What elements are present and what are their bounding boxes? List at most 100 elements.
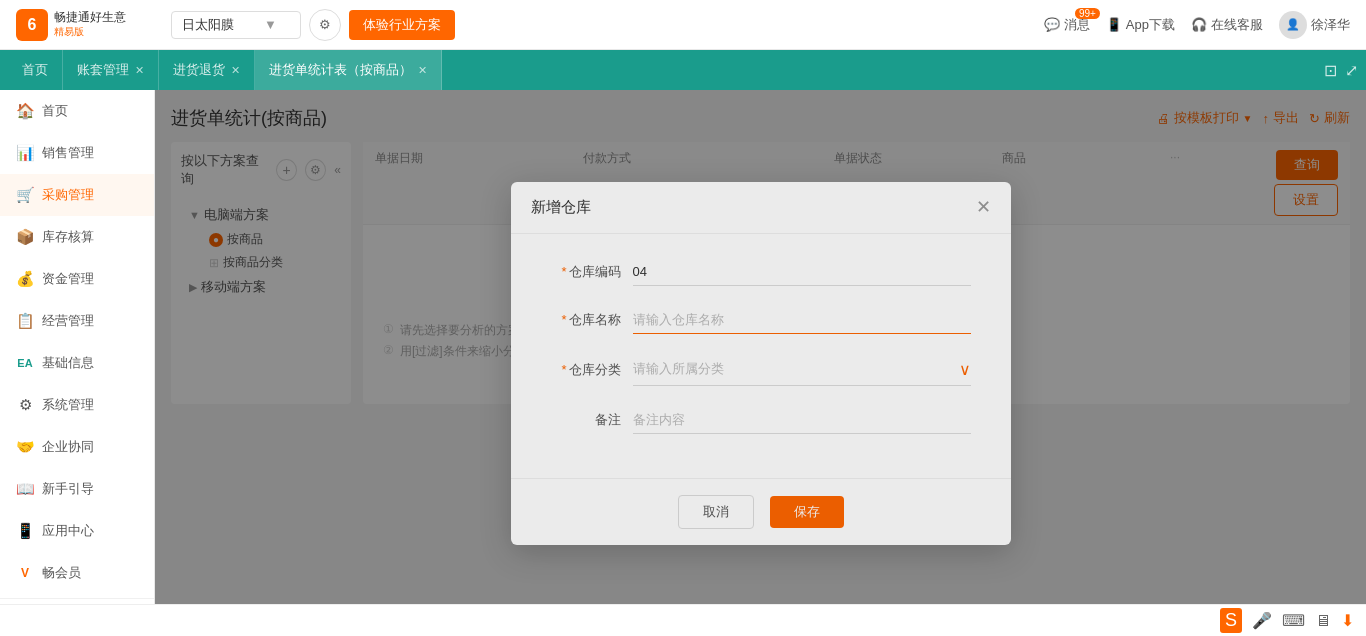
- messages-icon-item[interactable]: 💬 消息 99+: [1044, 16, 1090, 34]
- sidebar-label-finance: 资金管理: [42, 270, 94, 288]
- form-row-category: *仓库分类 请输入所属分类 ∨: [551, 354, 971, 386]
- page-content: 进货单统计(按商品) 🖨 按模板打印 ▼ ↑ 导出 ↻ 刷新: [155, 90, 1366, 636]
- modal-overlay: 新增仓库 ✕ *仓库编码 *仓库名称: [155, 90, 1366, 636]
- category-select[interactable]: 请输入所属分类 ∨: [633, 354, 971, 386]
- purchase-icon: 🛒: [16, 186, 34, 204]
- sidebar-label-home: 首页: [42, 102, 68, 120]
- avatar: 👤: [1279, 11, 1307, 39]
- member-icon: V: [16, 564, 34, 582]
- tab-home[interactable]: 首页: [8, 50, 63, 90]
- sidebar-item-basic-info[interactable]: EA 基础信息: [0, 342, 154, 384]
- sidebar-label-purchase: 采购管理: [42, 186, 94, 204]
- cancel-btn[interactable]: 取消: [678, 495, 754, 529]
- logo-area: 6 畅捷通好生意 精易版: [16, 9, 171, 41]
- save-btn[interactable]: 保存: [770, 496, 844, 528]
- gear-button[interactable]: ⚙: [309, 9, 341, 41]
- logo-icon: 6: [16, 9, 48, 41]
- headset-icon: 🎧: [1191, 17, 1207, 32]
- search-selector[interactable]: 日太阳膜 ▼: [171, 11, 301, 39]
- sidebar-item-system[interactable]: ⚙ 系统管理: [0, 384, 154, 426]
- s-icon[interactable]: S: [1220, 608, 1242, 633]
- app-download-item[interactable]: 📱 App下载: [1106, 16, 1175, 34]
- note-input[interactable]: [633, 406, 971, 434]
- tab-fullscreen-icon[interactable]: ⤢: [1345, 61, 1358, 80]
- sidebar-separator: [0, 598, 154, 599]
- name-input[interactable]: [633, 306, 971, 334]
- sidebar-item-enterprise[interactable]: 🤝 企业协同: [0, 426, 154, 468]
- mobile-icon: 📱: [1106, 17, 1122, 32]
- sidebar-item-finance[interactable]: 💰 资金管理: [0, 258, 154, 300]
- online-service-item[interactable]: 🎧 在线客服: [1191, 16, 1263, 34]
- operations-icon: 📋: [16, 312, 34, 330]
- form-row-note: 备注: [551, 406, 971, 434]
- form-row-name: *仓库名称: [551, 306, 971, 334]
- sidebar-item-guide[interactable]: 📖 新手引导: [0, 468, 154, 510]
- sidebar: 🏠 首页 📊 销售管理 🛒 采购管理 📦 库存核算 💰 资金管理 📋 经营管理 …: [0, 90, 155, 636]
- tab-close-account[interactable]: ✕: [135, 64, 144, 77]
- sidebar-item-home[interactable]: 🏠 首页: [0, 90, 154, 132]
- sidebar-item-sales[interactable]: 📊 销售管理: [0, 132, 154, 174]
- sidebar-label-enterprise: 企业协同: [42, 438, 94, 456]
- sidebar-item-inventory[interactable]: 📦 库存核算: [0, 216, 154, 258]
- modal-close-btn[interactable]: ✕: [976, 198, 991, 216]
- sidebar-label-sales: 销售管理: [42, 144, 94, 162]
- home-tab-label: 首页: [22, 61, 48, 79]
- enterprise-icon: 🤝: [16, 438, 34, 456]
- sidebar-label-inventory: 库存核算: [42, 228, 94, 246]
- status-bar: S 🎤 ⌨ 🖥 ⬇: [0, 604, 1366, 636]
- header-search-area: 日太阳膜 ▼ ⚙ 体验行业方案: [171, 9, 1044, 41]
- notification-badge: 99+: [1075, 8, 1100, 19]
- username-label: 徐泽华: [1311, 16, 1350, 34]
- inventory-icon: 📦: [16, 228, 34, 246]
- tab-expand-icon[interactable]: ⊡: [1324, 61, 1337, 80]
- header-right: 💬 消息 99+ 📱 App下载 🎧 在线客服 👤 徐泽华: [1044, 11, 1350, 39]
- select-chevron-icon: ∨: [959, 360, 971, 379]
- account-tab-label: 账套管理: [77, 61, 129, 79]
- tab-bar: 首页 账套管理 ✕ 进货退货 ✕ 进货单统计表（按商品） ✕ ⊡ ⤢: [0, 50, 1366, 90]
- guide-icon: 📖: [16, 480, 34, 498]
- code-input[interactable]: [633, 258, 971, 286]
- sidebar-label-apps: 应用中心: [42, 522, 94, 540]
- top-header: 6 畅捷通好生意 精易版 日太阳膜 ▼ ⚙ 体验行业方案 💬 消息 99+ 📱 …: [0, 0, 1366, 50]
- modal-header: 新增仓库 ✕: [511, 182, 1011, 234]
- modal-body: *仓库编码 *仓库名称 *仓库分类: [511, 234, 1011, 478]
- stats-tab-label: 进货单统计表（按商品）: [269, 61, 412, 79]
- system-icon: ⚙: [16, 396, 34, 414]
- app-download-label: App下载: [1126, 16, 1175, 34]
- sidebar-label-basic-info: 基础信息: [42, 354, 94, 372]
- sidebar-label-guide: 新手引导: [42, 480, 94, 498]
- mic-icon[interactable]: 🎤: [1252, 611, 1272, 630]
- home-icon: 🏠: [16, 102, 34, 120]
- company-name: 畅捷通好生意: [54, 10, 126, 26]
- name-label: *仓库名称: [551, 311, 621, 329]
- tab-stats[interactable]: 进货单统计表（按商品） ✕: [255, 50, 442, 90]
- sales-icon: 📊: [16, 144, 34, 162]
- message-icon: 💬: [1044, 17, 1060, 32]
- download-icon[interactable]: ⬇: [1341, 611, 1354, 630]
- finance-icon: 💰: [16, 270, 34, 288]
- sidebar-label-operations: 经营管理: [42, 312, 94, 330]
- version-badge: 精易版: [54, 25, 126, 39]
- sidebar-item-operations[interactable]: 📋 经营管理: [0, 300, 154, 342]
- keyboard-icon[interactable]: ⌨: [1282, 611, 1305, 630]
- category-label: *仓库分类: [551, 361, 621, 379]
- sidebar-label-system: 系统管理: [42, 396, 94, 414]
- monitor-icon[interactable]: 🖥: [1315, 612, 1331, 630]
- sidebar-label-member: 畅会员: [42, 564, 81, 582]
- tab-close-stats[interactable]: ✕: [418, 64, 427, 77]
- tab-account[interactable]: 账套管理 ✕: [63, 50, 159, 90]
- sidebar-item-apps[interactable]: 📱 应用中心: [0, 510, 154, 552]
- tab-return[interactable]: 进货退货 ✕: [159, 50, 255, 90]
- tab-bar-right: ⊡ ⤢: [1324, 61, 1358, 80]
- apps-icon: 📱: [16, 522, 34, 540]
- chevron-down-icon: ▼: [264, 17, 277, 32]
- sidebar-item-member[interactable]: V 畅会员: [0, 552, 154, 594]
- modal-title: 新增仓库: [531, 198, 591, 217]
- experience-btn[interactable]: 体验行业方案: [349, 10, 455, 40]
- user-profile-item[interactable]: 👤 徐泽华: [1279, 11, 1350, 39]
- modal-footer: 取消 保存: [511, 478, 1011, 545]
- basic-info-icon: EA: [16, 354, 34, 372]
- category-placeholder: 请输入所属分类: [633, 360, 724, 378]
- tab-close-return[interactable]: ✕: [231, 64, 240, 77]
- sidebar-item-purchase[interactable]: 🛒 采购管理: [0, 174, 154, 216]
